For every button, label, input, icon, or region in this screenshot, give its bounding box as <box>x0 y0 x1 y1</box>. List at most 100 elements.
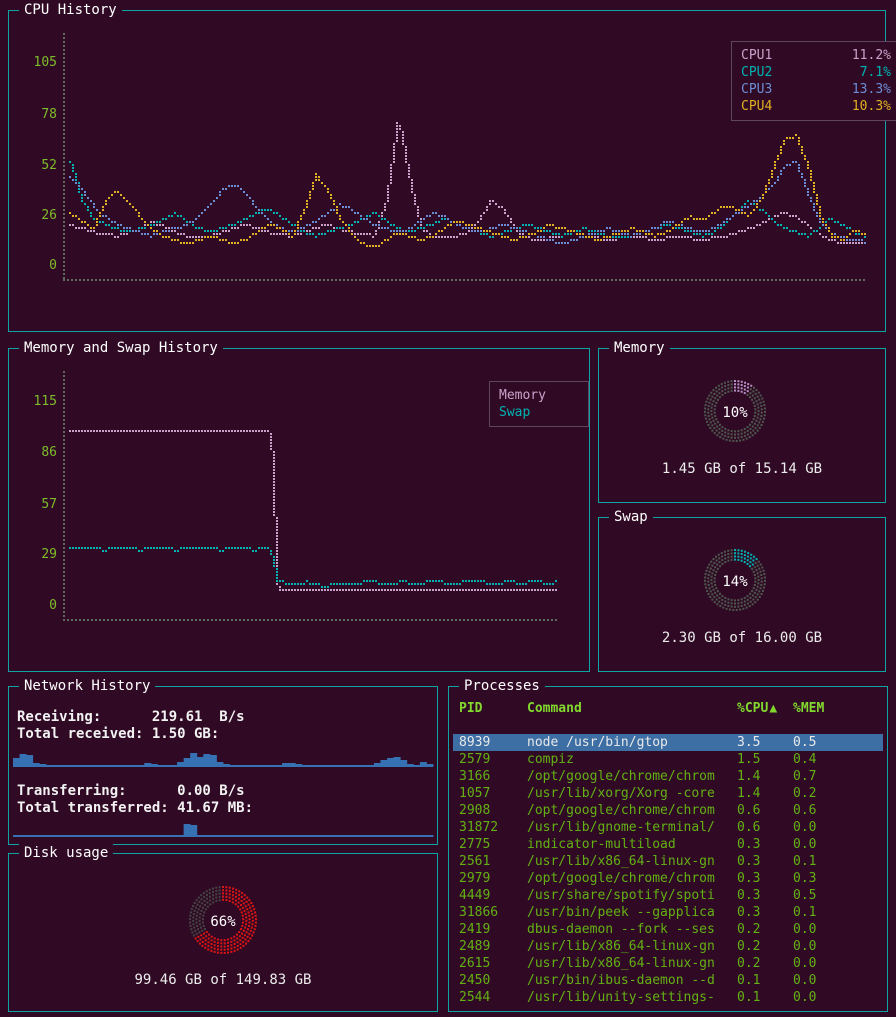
process-command: /usr/lib/x86_64-linux-gn <box>527 955 731 972</box>
legend-item: Swap <box>499 404 579 421</box>
network-history-panel: Network History Receiving: 219.61 B/s To… <box>8 686 438 845</box>
sort-ascending-icon: ▲ <box>769 701 777 716</box>
process-pid: 1057 <box>459 785 527 802</box>
process-row[interactable]: 1057/usr/lib/xorg/Xorg -core1.40.2 <box>453 785 883 802</box>
column-header-command[interactable]: Command <box>527 700 731 717</box>
process-mem: 0.0 <box>787 836 877 853</box>
process-cpu: 0.6 <box>731 819 787 836</box>
process-pid: 31866 <box>459 904 527 921</box>
process-row[interactable]: 2908/opt/google/chrome/chrom0.60.6 <box>453 802 883 819</box>
process-row[interactable]: 2561/usr/lib/x86_64-linux-gn0.30.1 <box>453 853 883 870</box>
disk-usage-panel: Disk usage 66% 99.46 GB of 149.83 GB <box>8 853 438 1012</box>
process-pid: 2908 <box>459 802 527 819</box>
process-row[interactable]: 4449/usr/share/spotify/spoti0.30.5 <box>453 887 883 904</box>
process-row[interactable]: 3166/opt/google/chrome/chrom1.40.7 <box>453 768 883 785</box>
process-row[interactable]: 31866/usr/bin/peek --gapplica0.30.1 <box>453 904 883 921</box>
column-header-cpu[interactable]: %CPU▲ <box>731 700 787 717</box>
y-axis-tick: 105 <box>21 55 57 71</box>
process-mem: 0.0 <box>787 819 877 836</box>
process-pid: 2544 <box>459 989 527 1006</box>
memory-percent-label: 10% <box>700 405 770 421</box>
gtop-dashboard: CPU History CPU111.2%CPU27.1%CPU313.3%CP… <box>0 0 896 1017</box>
process-row[interactable]: 2450/usr/bin/ibus-daemon --d0.10.0 <box>453 972 883 989</box>
column-header-pid[interactable]: PID <box>459 700 527 717</box>
process-cpu: 0.3 <box>731 853 787 870</box>
y-axis-tick: 0 <box>21 258 57 274</box>
process-cpu: 0.3 <box>731 887 787 904</box>
memory-gauge-panel: Memory 10% 1.45 GB of 15.14 GB <box>598 348 886 503</box>
process-row[interactable]: 2419dbus-daemon --fork --ses0.20.0 <box>453 921 883 938</box>
process-command: /usr/lib/xorg/Xorg -core <box>527 785 731 802</box>
process-pid: 2615 <box>459 955 527 972</box>
process-cpu: 0.3 <box>731 870 787 887</box>
process-row[interactable]: 2489/usr/lib/x86_64-linux-gn0.20.0 <box>453 938 883 955</box>
process-row[interactable]: 2775indicator-multiload0.30.0 <box>453 836 883 853</box>
legend-item: CPU27.1% <box>741 64 891 81</box>
legend-item: CPU111.2% <box>741 47 891 64</box>
process-cpu: 0.2 <box>731 955 787 972</box>
process-pid: 4449 <box>459 887 527 904</box>
process-command: node /usr/bin/gtop <box>527 734 731 751</box>
process-pid: 2775 <box>459 836 527 853</box>
process-command: dbus-daemon --fork --ses <box>527 921 731 938</box>
disk-usage-detail: 99.46 GB of 149.83 GB <box>9 972 437 988</box>
process-pid: 2979 <box>459 870 527 887</box>
column-header-mem[interactable]: %MEM <box>787 700 877 717</box>
processes-header: PID Command %CPU▲ %MEM <box>453 700 883 717</box>
process-mem: 0.1 <box>787 853 877 870</box>
process-cpu: 1.4 <box>731 785 787 802</box>
process-cpu: 1.5 <box>731 751 787 768</box>
process-cpu: 0.2 <box>731 938 787 955</box>
cpu-legend: CPU111.2%CPU27.1%CPU313.3%CPU410.3% <box>731 41 896 121</box>
disk-usage-title: Disk usage <box>19 844 113 862</box>
process-command: /opt/google/chrome/chrom <box>527 768 731 785</box>
swap-usage-detail: 2.30 GB of 16.00 GB <box>599 630 885 646</box>
process-row[interactable]: 2979/opt/google/chrome/chrom0.30.3 <box>453 870 883 887</box>
process-mem: 0.5 <box>787 887 877 904</box>
network-history-title: Network History <box>19 677 155 695</box>
process-command: /opt/google/chrome/chrom <box>527 802 731 819</box>
y-axis-tick: 52 <box>21 158 57 174</box>
process-mem: 0.0 <box>787 938 877 955</box>
process-mem: 0.1 <box>787 904 877 921</box>
process-row[interactable]: 2579compiz1.50.4 <box>453 751 883 768</box>
process-pid: 2419 <box>459 921 527 938</box>
process-pid: 2489 <box>459 938 527 955</box>
process-pid: 31872 <box>459 819 527 836</box>
process-cpu: 0.1 <box>731 972 787 989</box>
memory-swap-history-title: Memory and Swap History <box>19 339 223 357</box>
process-mem: 0.0 <box>787 989 877 1006</box>
process-command: /opt/google/chrome/chrom <box>527 870 731 887</box>
process-mem: 0.7 <box>787 768 877 785</box>
process-mem: 0.0 <box>787 972 877 989</box>
legend-item: CPU313.3% <box>741 81 891 98</box>
process-mem: 0.2 <box>787 785 877 802</box>
process-row[interactable]: 8939node /usr/bin/gtop3.50.5 <box>453 734 883 751</box>
process-cpu: 3.5 <box>731 734 787 751</box>
processes-panel: Processes PID Command %CPU▲ %MEM 8939nod… <box>448 686 888 1012</box>
process-cpu: 0.6 <box>731 802 787 819</box>
process-command: compiz <box>527 751 731 768</box>
y-axis-tick: 78 <box>21 107 57 123</box>
process-row[interactable]: 2544/usr/lib/unity-settings-0.10.0 <box>453 989 883 1006</box>
legend-item: CPU410.3% <box>741 98 891 115</box>
process-command: /usr/lib/gnome-terminal/ <box>527 819 731 836</box>
process-row[interactable]: 2615/usr/lib/x86_64-linux-gn0.20.0 <box>453 955 883 972</box>
disk-percent-label: 66% <box>188 914 258 930</box>
swap-gauge-title: Swap <box>609 508 653 526</box>
process-cpu: 0.3 <box>731 904 787 921</box>
swap-percent-label: 14% <box>700 574 770 590</box>
transferring-line: Transferring: 0.00 B/s <box>17 783 245 799</box>
process-row[interactable]: 31872/usr/lib/gnome-terminal/0.60.0 <box>453 819 883 836</box>
process-cpu: 0.3 <box>731 836 787 853</box>
process-command: /usr/share/spotify/spoti <box>527 887 731 904</box>
total-transferred-line: Total transferred: 41.67 MB: <box>17 800 253 816</box>
process-command: /usr/lib/x86_64-linux-gn <box>527 853 731 870</box>
process-mem: 0.5 <box>787 734 877 751</box>
memory-usage-detail: 1.45 GB of 15.14 GB <box>599 461 885 477</box>
process-mem: 0.4 <box>787 751 877 768</box>
process-pid: 8939 <box>459 734 527 751</box>
memory-swap-history-panel: Memory and Swap History MemorySwap 11586… <box>8 348 590 672</box>
y-axis-tick: 115 <box>21 394 57 410</box>
process-list: 8939node /usr/bin/gtop3.50.52579compiz1.… <box>453 734 883 1006</box>
